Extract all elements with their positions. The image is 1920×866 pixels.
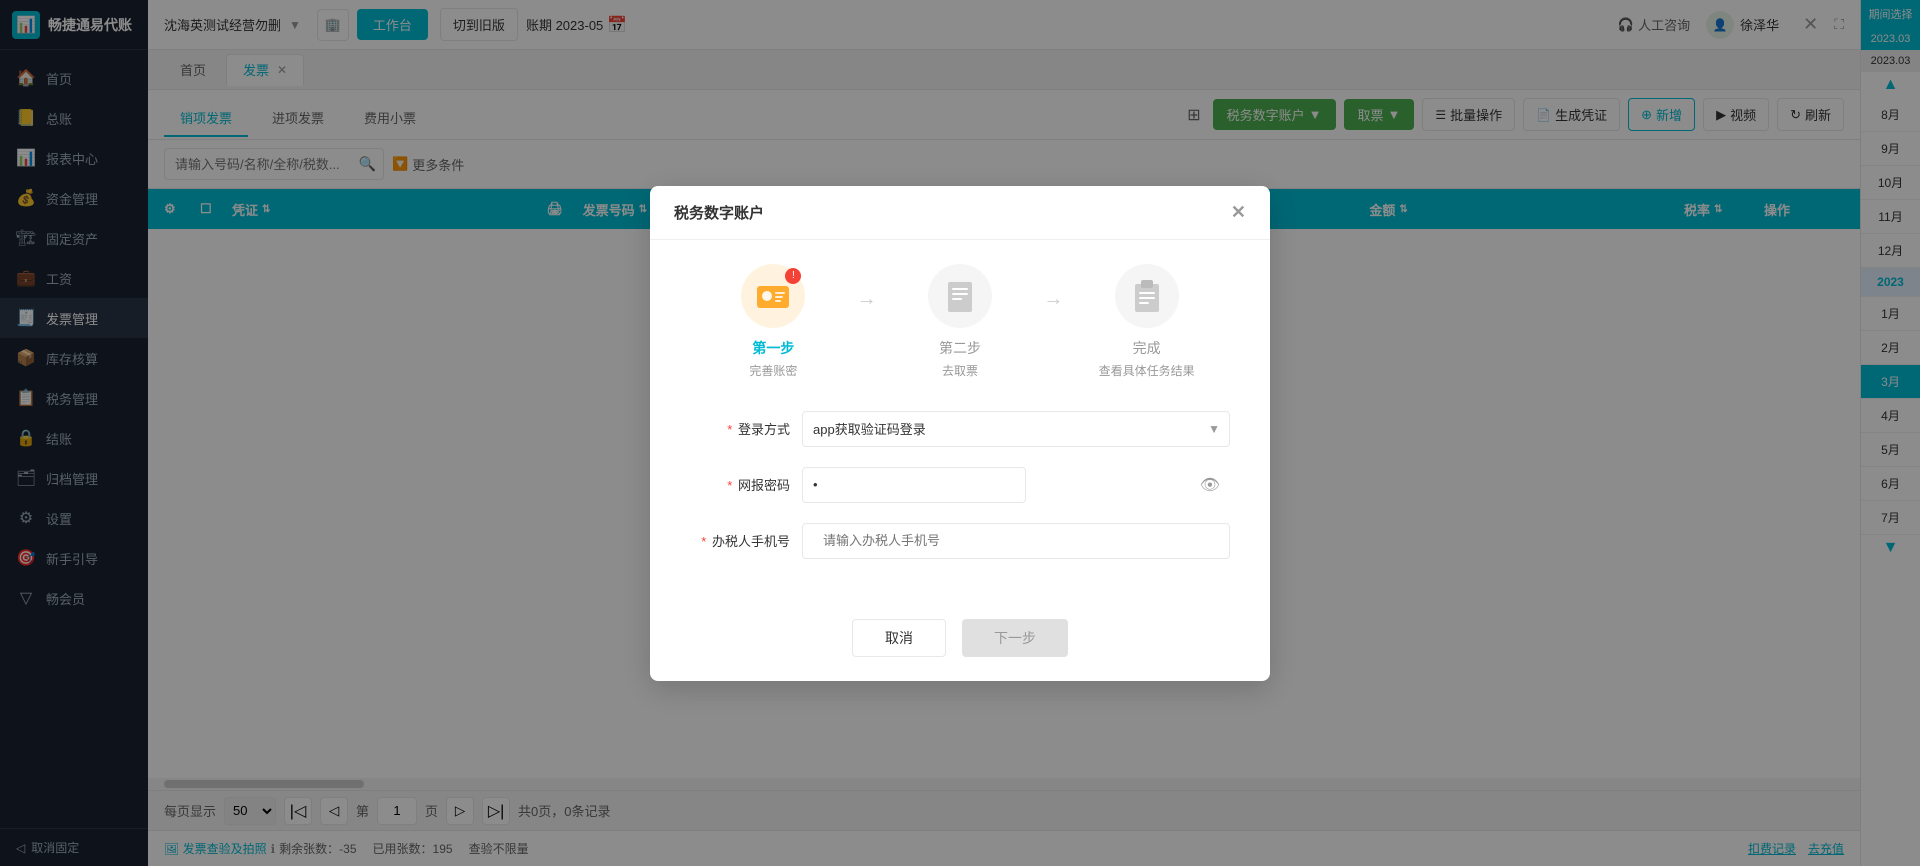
- dialog-body: ! 第一步 完善账密 →: [650, 240, 1270, 603]
- login-method-select-wrap: app获取验证码登录 ▼: [802, 411, 1230, 447]
- step1-desc: 完善账密: [749, 362, 797, 379]
- phone-row: * 办税人手机号: [690, 523, 1230, 559]
- phone-input[interactable]: [813, 523, 1219, 559]
- dialog: 税务数字账户 ✕ !: [650, 186, 1270, 681]
- password-input[interactable]: [802, 467, 1026, 503]
- step1-badge: !: [785, 268, 801, 284]
- login-method-label: * 登录方式: [690, 419, 790, 438]
- phone-input-wrap: [802, 523, 1230, 559]
- select-dropdown-icon: ▼: [1208, 422, 1220, 436]
- dialog-form: * 登录方式 app获取验证码登录 ▼ * 网报密码: [690, 411, 1230, 559]
- step1-icon-wrap: !: [741, 264, 805, 328]
- step-arrow-1: →: [857, 264, 877, 311]
- phone-label: * 办税人手机号: [690, 531, 790, 550]
- dialog-close-button[interactable]: ✕: [1231, 202, 1246, 223]
- dialog-title: 税务数字账户: [674, 202, 764, 223]
- clipboard-icon: [1127, 276, 1167, 316]
- steps: ! 第一步 完善账密 →: [690, 264, 1230, 379]
- step2-icon-wrap: [928, 264, 992, 328]
- password-input-wrap: 👁: [802, 467, 1230, 503]
- dialog-footer: 取消 下一步: [650, 603, 1270, 657]
- step3-desc: 查看具体任务结果: [1099, 362, 1195, 379]
- login-method-row: * 登录方式 app获取验证码登录 ▼: [690, 411, 1230, 447]
- step2-label: 第二步: [939, 338, 981, 358]
- dialog-header: 税务数字账户 ✕: [650, 186, 1270, 240]
- password-label: * 网报密码: [690, 475, 790, 494]
- step-2: 第二步 去取票: [877, 264, 1044, 379]
- eye-icon[interactable]: 👁: [1200, 475, 1220, 495]
- login-method-select[interactable]: app获取验证码登录: [802, 411, 1230, 447]
- cancel-button[interactable]: 取消: [852, 619, 946, 657]
- step3-icon-wrap: [1115, 264, 1179, 328]
- receipt-icon: [940, 276, 980, 316]
- step-3: 完成 查看具体任务结果: [1063, 264, 1230, 379]
- step-arrow-2: →: [1043, 264, 1063, 311]
- step3-label: 完成: [1133, 338, 1161, 358]
- step-1: ! 第一步 完善账密: [690, 264, 857, 379]
- password-row: * 网报密码 👁: [690, 467, 1230, 503]
- next-button[interactable]: 下一步: [962, 619, 1068, 657]
- dialog-overlay: 税务数字账户 ✕ !: [0, 0, 1920, 866]
- step2-desc: 去取票: [942, 362, 978, 379]
- step1-label: 第一步: [752, 338, 794, 358]
